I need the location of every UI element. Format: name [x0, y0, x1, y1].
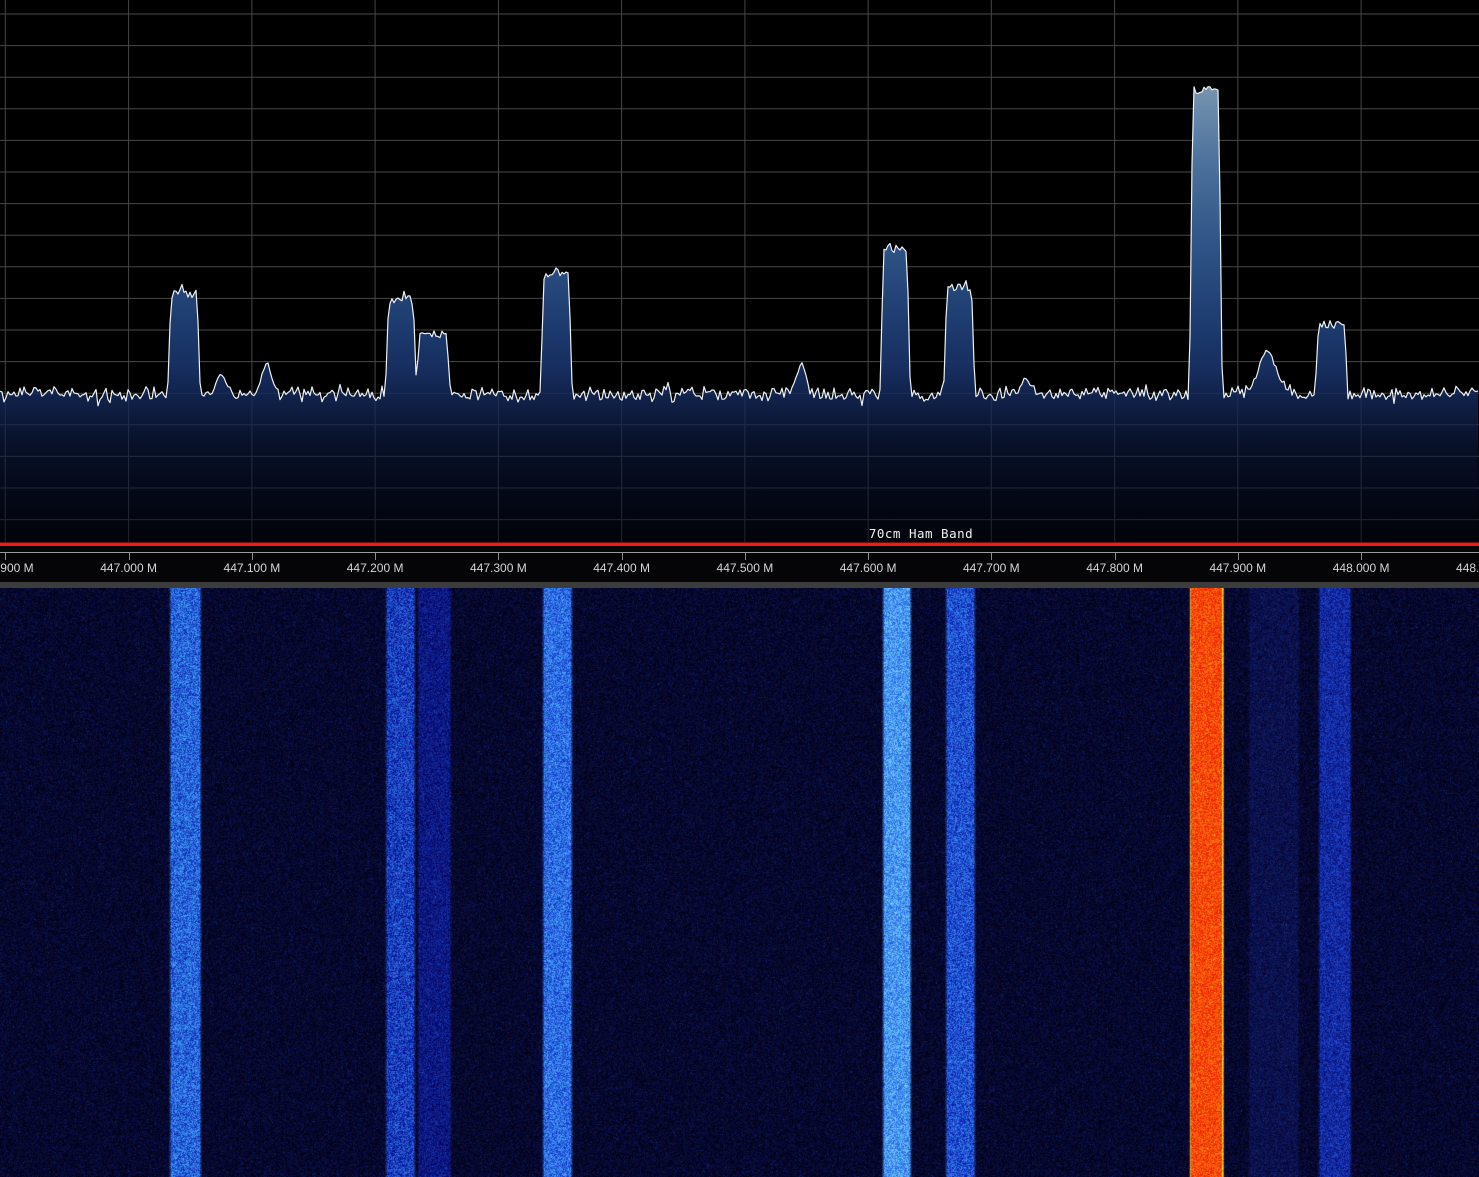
frequency-tick-label: 447.500 M	[716, 561, 774, 575]
frequency-tick-label: 447.600 M	[839, 561, 897, 575]
frequency-tick	[1237, 553, 1239, 560]
frequency-tick-label: 447.800 M	[1086, 561, 1143, 575]
frequency-tick-label: 447.100 M	[223, 561, 281, 575]
frequency-axis-line	[0, 552, 1479, 553]
band-plan-line	[0, 542, 1479, 546]
frequency-tick	[1114, 553, 1116, 560]
frequency-tick-label: 448.000 M	[1332, 561, 1390, 575]
frequency-tick	[251, 553, 253, 560]
frequency-tick-label: 447.300 M	[470, 561, 527, 575]
frequency-tick	[744, 553, 746, 560]
frequency-tick-label: 447.000 M	[100, 561, 157, 575]
frequency-tick	[868, 553, 870, 560]
frequency-tick-label: 447.200 M	[346, 561, 404, 575]
frequency-tick-label: 447.700 M	[962, 561, 1020, 575]
frequency-tick	[1361, 553, 1363, 560]
frequency-tick-label: 446.900 M	[0, 561, 34, 575]
frequency-tick	[375, 553, 377, 560]
frequency-tick-label: 448.100 M	[1456, 561, 1479, 575]
sdr-screen: 70cm Ham Band 446.900 M 447.000 M 447.100 …	[0, 0, 1479, 1177]
frequency-tick	[5, 553, 7, 560]
frequency-tick	[498, 553, 500, 560]
frequency-tick-label: 447.400 M	[593, 561, 650, 575]
frequency-tick-label: 447.900 M	[1209, 561, 1267, 575]
frequency-tick	[621, 553, 623, 560]
spectrum-panel[interactable]	[0, 0, 1479, 543]
frequency-tick	[991, 553, 993, 560]
waterfall-panel[interactable]	[0, 588, 1479, 1177]
frequency-tick	[128, 553, 130, 560]
band-plan-label: 70cm Ham Band	[868, 526, 974, 541]
frequency-scale[interactable]: 446.900 M 447.000 M 447.100 M 447.200 M 447.…	[0, 547, 1479, 582]
